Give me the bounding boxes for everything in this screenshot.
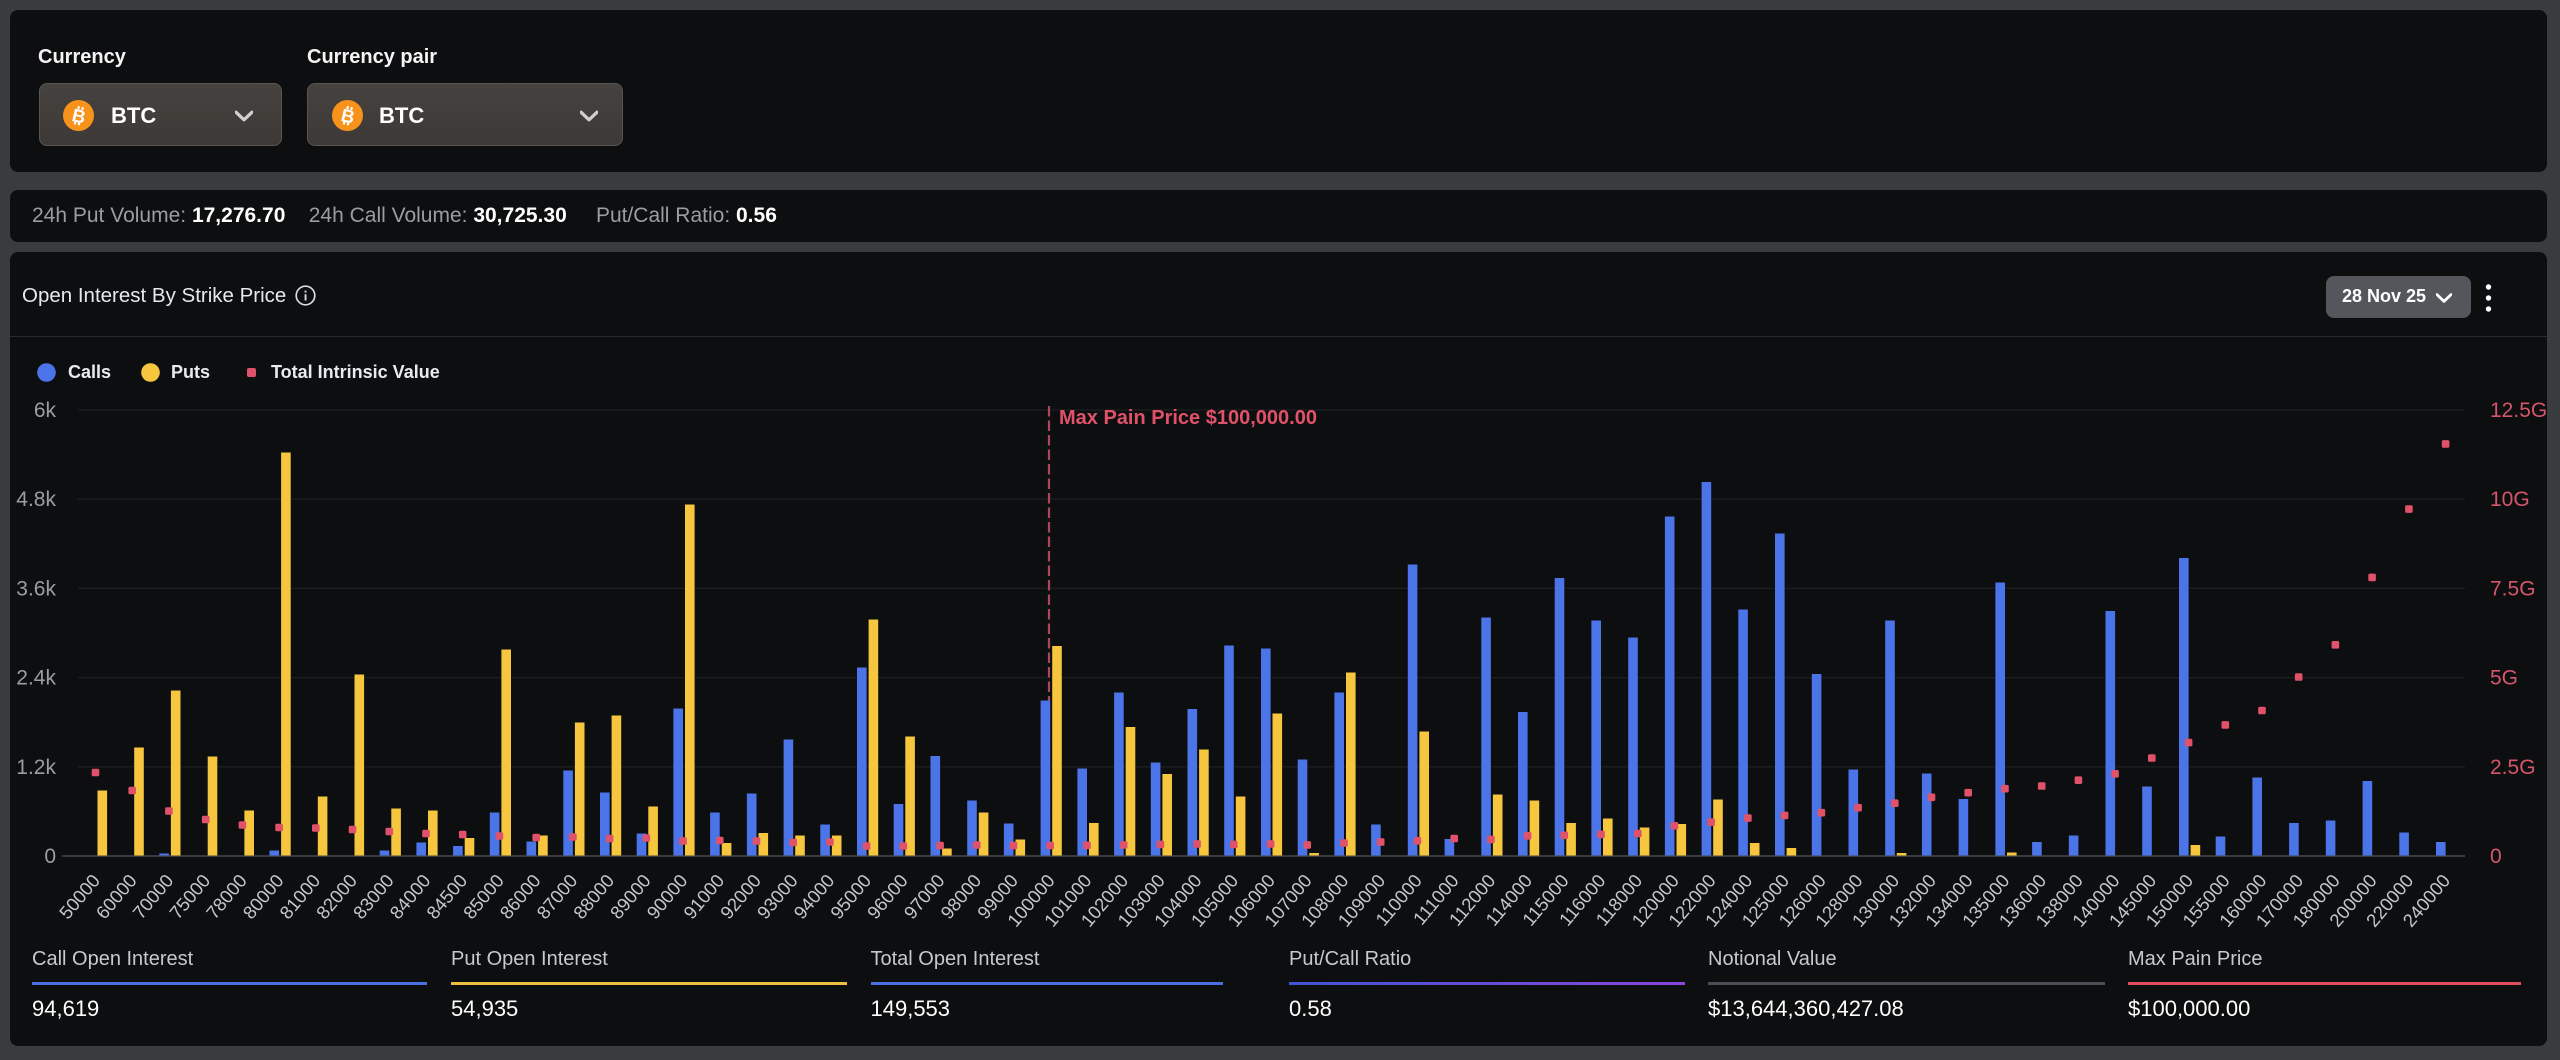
svg-text:78000: 78000: [202, 870, 251, 923]
svg-text:Max Pain Price $100,000.00: Max Pain Price $100,000.00: [1059, 407, 1317, 429]
svg-text:81000: 81000: [275, 870, 324, 923]
svg-text:97000: 97000: [900, 870, 949, 923]
svg-text:82000: 82000: [312, 870, 361, 923]
svg-text:4.8k: 4.8k: [16, 488, 56, 511]
svg-text:2.5G: 2.5G: [2490, 756, 2536, 779]
svg-text:85000: 85000: [459, 870, 508, 923]
svg-text:86000: 86000: [496, 870, 545, 923]
svg-text:95000: 95000: [826, 870, 875, 923]
svg-text:7.5G: 7.5G: [2490, 577, 2536, 600]
svg-text:0: 0: [2490, 845, 2502, 868]
svg-text:91000: 91000: [679, 870, 728, 923]
svg-text:87000: 87000: [532, 870, 581, 923]
svg-text:94000: 94000: [789, 870, 838, 923]
svg-text:12.5G: 12.5G: [2490, 399, 2547, 422]
svg-text:3.6k: 3.6k: [16, 577, 56, 600]
svg-text:80000: 80000: [239, 870, 288, 923]
svg-text:10G: 10G: [2490, 488, 2530, 511]
svg-text:83000: 83000: [349, 870, 398, 923]
svg-text:89000: 89000: [606, 870, 655, 923]
svg-text:98000: 98000: [936, 870, 985, 923]
svg-text:88000: 88000: [569, 870, 618, 923]
svg-text:1.2k: 1.2k: [16, 756, 56, 779]
svg-text:6k: 6k: [34, 399, 57, 422]
svg-text:70000: 70000: [128, 870, 177, 923]
svg-text:96000: 96000: [863, 870, 912, 923]
svg-text:5G: 5G: [2490, 667, 2518, 690]
svg-text:2.4k: 2.4k: [16, 667, 56, 690]
svg-text:0: 0: [44, 845, 56, 868]
